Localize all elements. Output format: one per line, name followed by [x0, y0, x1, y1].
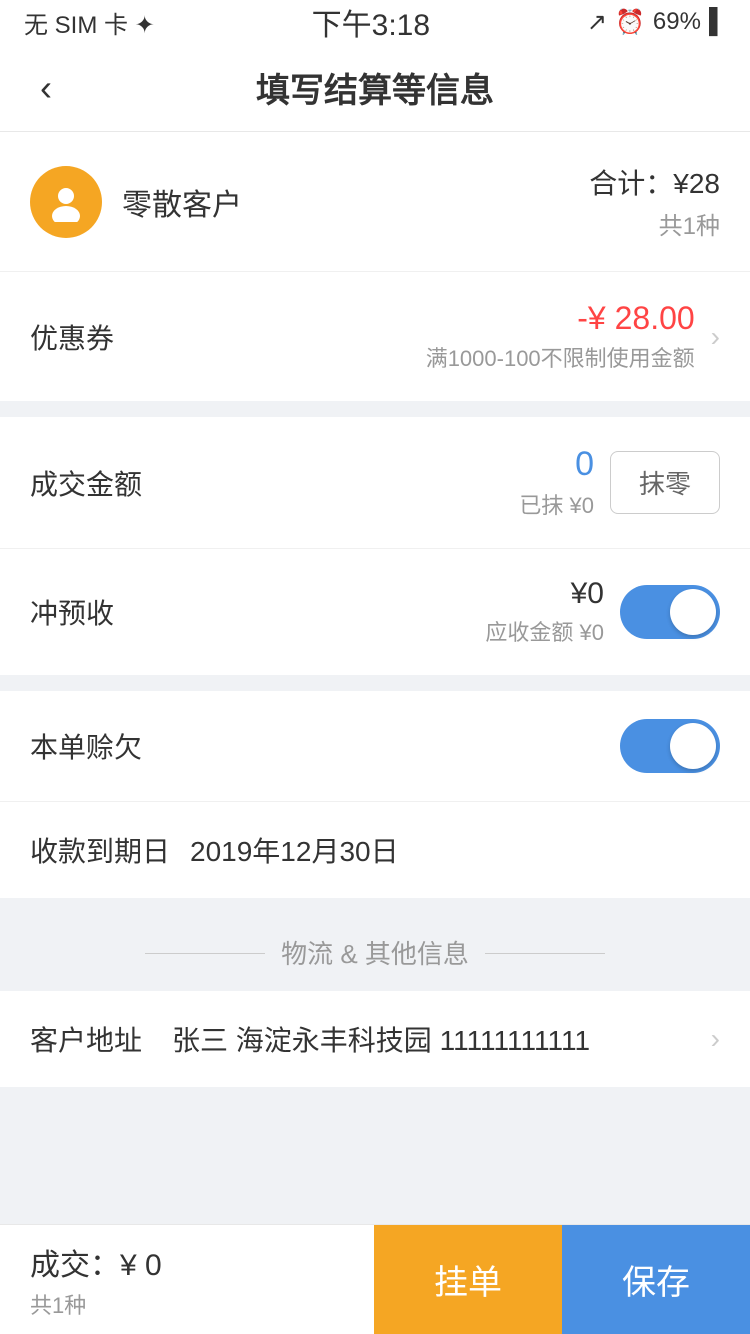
sim-status: 无 SIM 卡 ✦: [24, 5, 155, 40]
address-label: 客户地址: [30, 1019, 142, 1059]
address-chevron-icon: ›: [711, 1023, 720, 1055]
round-button[interactable]: 抹零: [610, 451, 720, 514]
hang-button[interactable]: 挂单: [374, 1225, 562, 1334]
coupon-values: -¥ 28.00 满1000-100不限制使用金额: [426, 300, 695, 373]
bottom-bar: 成交：¥ 0 共1种 挂单 保存: [0, 1224, 750, 1334]
logistics-header: 物流 & 其他信息: [0, 914, 750, 991]
save-button[interactable]: 保存: [562, 1225, 750, 1334]
credit-label: 本单赊欠: [30, 726, 142, 766]
status-right: ↗ ⏰ 69% ▌: [587, 8, 726, 37]
pre-receive-toggle[interactable]: [620, 585, 720, 639]
customer-row: 零散客户 合计：¥28 共1种: [0, 132, 750, 271]
location-icon: ↗: [587, 8, 607, 37]
alarm-icon: ⏰: [615, 8, 645, 37]
credit-section: 本单赊欠 收款到期日 2019年12月30日: [0, 691, 750, 898]
coupon-amount: -¥ 28.00: [426, 300, 695, 337]
deal-amount-right: 0 已抹 ¥0 抹零: [519, 445, 720, 520]
deal-amount-row: 成交金额 0 已抹 ¥0 抹零: [0, 417, 750, 548]
pre-receive-row: 冲预收 ¥0 应收金额 ¥0: [0, 548, 750, 675]
bottom-count: 共1种: [30, 1288, 344, 1320]
battery-icon: ▌: [709, 8, 726, 36]
pre-receive-right: ¥0 应收金额 ¥0: [485, 577, 720, 647]
bottom-deal-value: ¥ 0: [120, 1249, 162, 1282]
status-bar: 无 SIM 卡 ✦ 下午3:18 ↗ ⏰ 69% ▌: [0, 0, 750, 44]
coupon-row[interactable]: 优惠券 -¥ 28.00 满1000-100不限制使用金额 ›: [0, 271, 750, 401]
logistics-section: 物流 & 其他信息: [0, 914, 750, 991]
due-date-label: 收款到期日: [30, 830, 170, 870]
coupon-right: -¥ 28.00 满1000-100不限制使用金额 ›: [426, 300, 720, 373]
avatar: [30, 166, 102, 238]
total-count: 共1种: [589, 206, 720, 241]
address-row[interactable]: 客户地址 张三 海淀永丰科技园 11111111111 ›: [0, 991, 750, 1087]
coupon-desc: 满1000-100不限制使用金额: [426, 341, 695, 373]
pre-receive-label: 冲预收: [30, 592, 114, 632]
deal-amount-values: 0 已抹 ¥0: [519, 445, 594, 520]
total-amount: 合计：¥28: [589, 162, 720, 202]
customer-left: 零散客户: [30, 166, 242, 238]
coupon-chevron-icon: ›: [711, 321, 720, 353]
bottom-deal-label: 成交：: [30, 1249, 120, 1282]
deal-amount-sub: 已抹 ¥0: [519, 488, 594, 520]
credit-row: 本单赊欠: [0, 691, 750, 801]
pre-receive-values: ¥0 应收金额 ¥0: [485, 577, 604, 647]
amount-section: 成交金额 0 已抹 ¥0 抹零 冲预收 ¥0 应收金额 ¥0: [0, 417, 750, 675]
credit-toggle[interactable]: [620, 719, 720, 773]
status-time: 下午3:18: [312, 0, 430, 44]
coupon-label: 优惠券: [30, 317, 114, 357]
deal-amount-label: 成交金额: [30, 463, 142, 503]
deal-amount-value: 0: [519, 445, 594, 484]
nav-bar: ‹ 填写结算等信息: [0, 44, 750, 132]
bottom-summary: 成交：¥ 0 共1种: [0, 1240, 374, 1320]
status-left: 无 SIM 卡 ✦: [24, 5, 155, 40]
logistics-title: 物流 & 其他信息: [281, 934, 469, 971]
back-button[interactable]: ‹: [30, 57, 62, 119]
pre-receive-sub: 应收金额 ¥0: [485, 615, 604, 647]
due-date-row[interactable]: 收款到期日 2019年12月30日: [0, 801, 750, 898]
battery-level: 69%: [653, 8, 701, 36]
customer-section: 零散客户 合计：¥28 共1种 优惠券 -¥ 28.00 满1000-100不限…: [0, 132, 750, 401]
pre-receive-main: ¥0: [485, 577, 604, 611]
bottom-deal-row: 成交：¥ 0: [30, 1240, 344, 1284]
user-icon: [46, 182, 86, 222]
customer-right: 合计：¥28 共1种: [589, 162, 720, 241]
customer-name: 零散客户: [122, 180, 242, 224]
address-value: 张三 海淀永丰科技园 11111111111: [172, 1019, 711, 1059]
due-date-value: 2019年12月30日: [190, 830, 399, 870]
address-section: 客户地址 张三 海淀永丰科技园 11111111111 ›: [0, 991, 750, 1087]
page-title: 填写结算等信息: [256, 63, 494, 112]
